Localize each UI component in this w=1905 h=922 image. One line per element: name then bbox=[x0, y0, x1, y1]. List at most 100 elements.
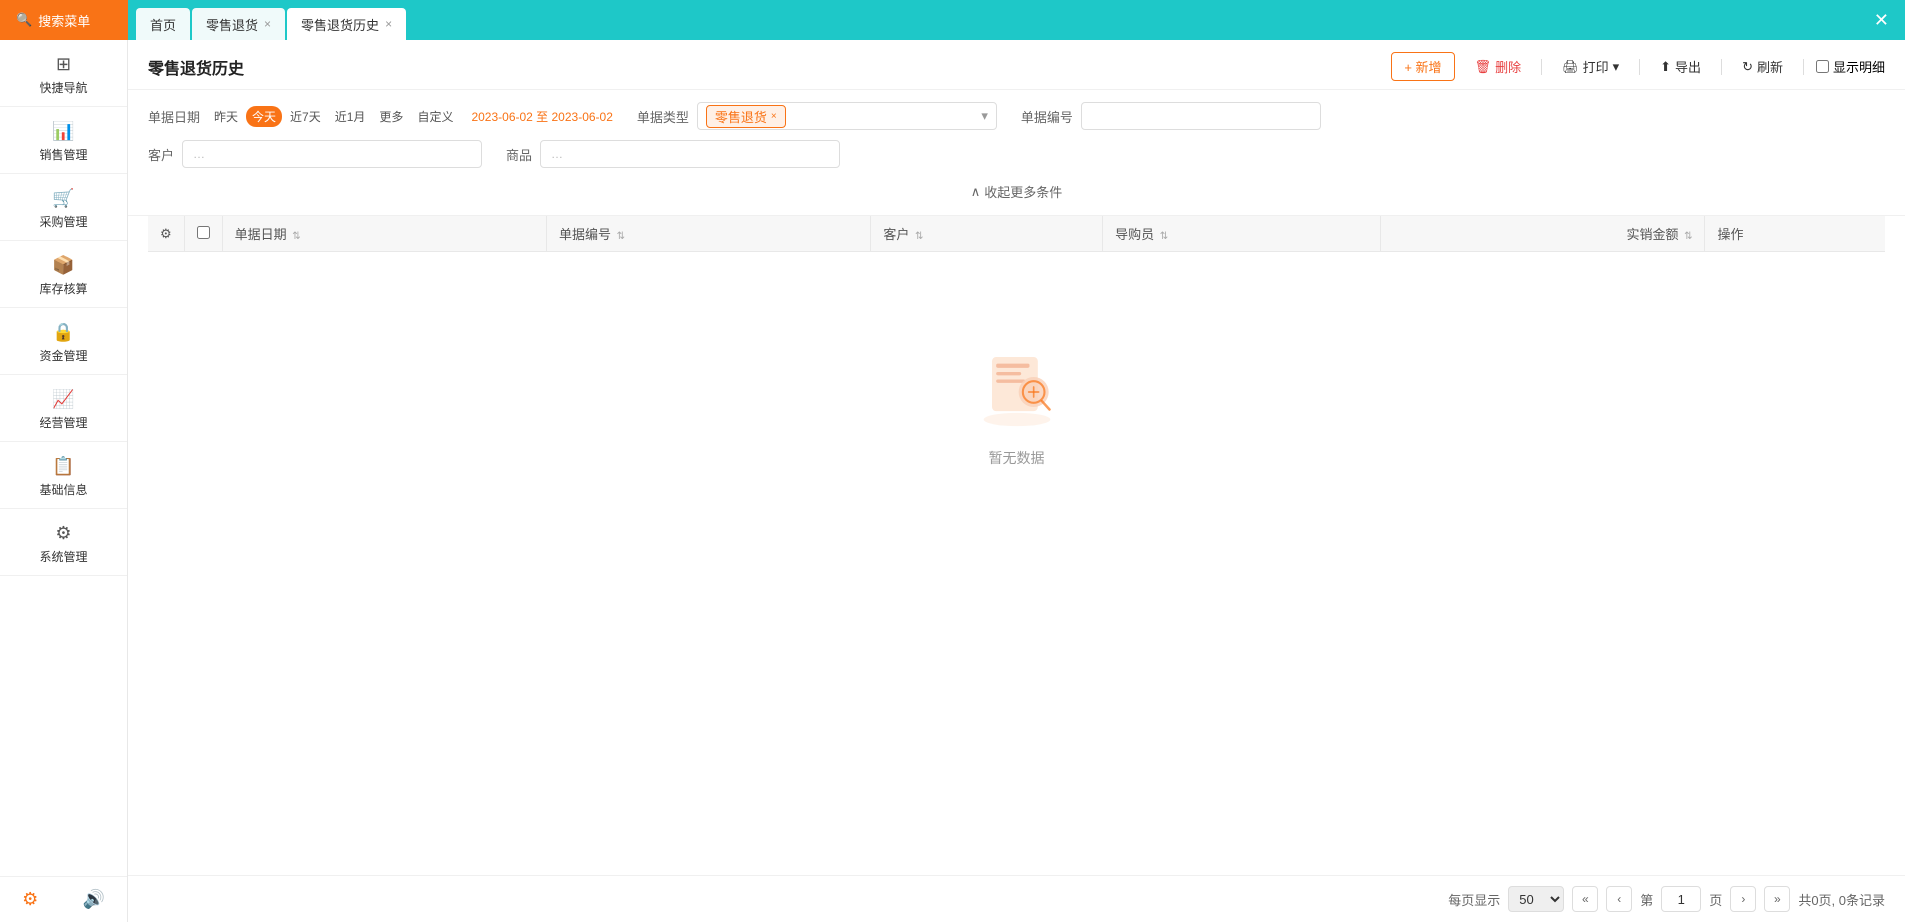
collapse-button[interactable]: ∧ 收起更多条件 bbox=[971, 182, 1063, 201]
search-menu-label: 搜索菜单 bbox=[38, 11, 90, 30]
select-all-checkbox[interactable] bbox=[197, 226, 210, 239]
type-select-arrow: ▾ bbox=[981, 108, 988, 124]
page-size-select[interactable]: 50 100 200 bbox=[1508, 886, 1564, 912]
sidebar-item-quick-nav[interactable]: ⊞ 快捷导航 bbox=[0, 40, 127, 107]
date-opt-today[interactable]: 今天 bbox=[246, 106, 282, 127]
table-container: ⚙ 单据日期 ⇅ 单据编号 ⇅ bbox=[128, 216, 1905, 875]
volume-icon[interactable]: 🔊 bbox=[82, 889, 104, 910]
finance-icon: 🔒 bbox=[52, 322, 74, 343]
show-detail-checkbox[interactable] bbox=[1816, 60, 1829, 73]
total-info: 共0页, 0条记录 bbox=[1798, 890, 1885, 909]
th-checkbox[interactable] bbox=[184, 216, 222, 252]
sidebar-item-inventory[interactable]: 📦 库存核算 bbox=[0, 241, 127, 308]
th-settings[interactable]: ⚙ bbox=[148, 216, 184, 252]
sidebar-item-finance-label: 资金管理 bbox=[39, 347, 87, 364]
filter-row-1: 单据日期 昨天 今天 近7天 近1月 更多 自定义 2023-06-02 至 2… bbox=[148, 102, 1885, 130]
goods-filter-label: 商品 bbox=[506, 145, 532, 164]
sidebar-item-purchase-label: 采购管理 bbox=[39, 213, 87, 230]
customer-placeholder: … bbox=[193, 147, 205, 161]
tab-retail-return-history-label: 零售退货历史 bbox=[301, 15, 379, 34]
th-customer-sort[interactable]: ⇅ bbox=[915, 231, 923, 242]
export-icon: ⬆ bbox=[1660, 59, 1671, 75]
column-settings-icon[interactable]: ⚙ bbox=[160, 226, 172, 241]
sidebar-item-operation-label: 经营管理 bbox=[39, 414, 87, 431]
sidebar-item-inventory-label: 库存核算 bbox=[39, 280, 87, 297]
date-opt-custom[interactable]: 自定义 bbox=[411, 106, 459, 127]
prev-page-button[interactable]: ‹ bbox=[1606, 886, 1632, 912]
tab-home[interactable]: 首页 bbox=[136, 8, 190, 40]
refresh-button[interactable]: ↻ 刷新 bbox=[1734, 53, 1791, 80]
window-close-button[interactable]: ✕ bbox=[1858, 10, 1905, 31]
th-guide-label: 导购员 bbox=[1115, 227, 1154, 242]
sidebar-item-operation[interactable]: 📈 经营管理 bbox=[0, 375, 127, 442]
sales-icon: 📊 bbox=[52, 121, 74, 142]
date-opt-7days[interactable]: 近7天 bbox=[284, 106, 327, 127]
customer-filter: 客户 … bbox=[148, 140, 482, 168]
th-guide-sort[interactable]: ⇅ bbox=[1160, 231, 1168, 242]
sidebar-item-system[interactable]: ⚙ 系统管理 bbox=[0, 509, 127, 576]
date-opt-yesterday[interactable]: 昨天 bbox=[208, 106, 244, 127]
print-icon: 🖨 bbox=[1562, 59, 1579, 75]
content-area: 零售退货历史 + 新增 🗑 删除 🖨 打印 ▾ ⬆ 导出 bbox=[128, 40, 1905, 922]
delete-button[interactable]: 🗑 删除 bbox=[1467, 53, 1530, 80]
export-button[interactable]: ⬆ 导出 bbox=[1652, 53, 1709, 80]
th-date-sort[interactable]: ⇅ bbox=[292, 231, 300, 242]
delete-icon: 🗑 bbox=[1475, 59, 1492, 75]
voucher-input[interactable] bbox=[1081, 102, 1321, 130]
date-opt-1month[interactable]: 近1月 bbox=[329, 106, 372, 127]
th-amount: 实销金额 ⇅ bbox=[1381, 216, 1705, 252]
sidebar-item-sales[interactable]: 📊 销售管理 bbox=[0, 107, 127, 174]
page-size-label: 每页显示 bbox=[1448, 890, 1500, 909]
customer-input[interactable]: … bbox=[182, 140, 482, 168]
page-number-input[interactable] bbox=[1661, 886, 1701, 912]
th-number-sort[interactable]: ⇅ bbox=[617, 231, 625, 242]
goods-input[interactable]: … bbox=[540, 140, 840, 168]
date-range-value: 2023-06-02 至 2023-06-02 bbox=[471, 108, 612, 125]
tab-retail-return-close[interactable]: × bbox=[264, 17, 271, 31]
tab-retail-return-history-close[interactable]: × bbox=[385, 17, 392, 31]
search-menu[interactable]: 🔍 搜索菜单 bbox=[0, 0, 128, 40]
th-number-label: 单据编号 bbox=[559, 227, 611, 242]
type-tag-remove[interactable]: × bbox=[771, 111, 777, 122]
collapse-icon: ∧ bbox=[971, 184, 981, 200]
tab-home-label: 首页 bbox=[150, 15, 176, 34]
th-action: 操作 bbox=[1705, 216, 1885, 252]
th-date: 单据日期 ⇅ bbox=[222, 216, 546, 252]
empty-state: 暂无数据 bbox=[148, 252, 1885, 548]
next-page-button[interactable]: › bbox=[1730, 886, 1756, 912]
settings-bottom-icon[interactable]: ⚙ bbox=[22, 889, 38, 910]
page-header: 零售退货历史 + 新增 🗑 删除 🖨 打印 ▾ ⬆ 导出 bbox=[128, 40, 1905, 90]
page-title: 零售退货历史 bbox=[148, 55, 244, 79]
show-detail-check[interactable]: 显示明细 bbox=[1816, 57, 1885, 76]
show-detail-label: 显示明细 bbox=[1833, 57, 1885, 76]
main-layout: ⊞ 快捷导航 📊 销售管理 🛒 采购管理 📦 库存核算 🔒 资金管理 📈 经营管… bbox=[0, 40, 1905, 922]
empty-text: 暂无数据 bbox=[989, 448, 1045, 468]
date-opt-more[interactable]: 更多 bbox=[373, 106, 409, 127]
filter-area: 单据日期 昨天 今天 近7天 近1月 更多 自定义 2023-06-02 至 2… bbox=[128, 90, 1905, 216]
th-amount-sort[interactable]: ⇅ bbox=[1684, 231, 1692, 242]
divider-1 bbox=[1541, 59, 1542, 75]
sidebar-item-system-label: 系统管理 bbox=[39, 548, 87, 565]
goods-filter: 商品 … bbox=[506, 140, 840, 168]
tab-retail-return-history[interactable]: 零售退货历史 × bbox=[287, 8, 406, 40]
first-page-button[interactable]: « bbox=[1572, 886, 1598, 912]
type-select[interactable]: 零售退货 × ▾ bbox=[697, 102, 997, 130]
inventory-icon: 📦 bbox=[52, 255, 74, 276]
empty-illustration bbox=[967, 332, 1067, 432]
print-button[interactable]: 🖨 打印 ▾ bbox=[1554, 53, 1627, 80]
sidebar-item-basic-info[interactable]: 📋 基础信息 bbox=[0, 442, 127, 509]
basic-info-icon: 📋 bbox=[52, 456, 74, 477]
new-button[interactable]: + 新增 bbox=[1391, 52, 1454, 81]
th-date-label: 单据日期 bbox=[235, 227, 287, 242]
sidebar-item-purchase[interactable]: 🛒 采购管理 bbox=[0, 174, 127, 241]
pagination-bar: 每页显示 50 100 200 « ‹ 第 页 › » 共0页, 0条记录 bbox=[128, 875, 1905, 922]
last-page-button[interactable]: » bbox=[1764, 886, 1790, 912]
data-table: ⚙ 单据日期 ⇅ 单据编号 ⇅ bbox=[148, 216, 1885, 252]
tab-retail-return[interactable]: 零售退货 × bbox=[192, 8, 285, 40]
type-tag-label: 零售退货 bbox=[715, 107, 767, 126]
type-tag: 零售退货 × bbox=[706, 105, 786, 128]
divider-2 bbox=[1639, 59, 1640, 75]
sidebar-item-finance[interactable]: 🔒 资金管理 bbox=[0, 308, 127, 375]
th-customer: 客户 ⇅ bbox=[871, 216, 1103, 252]
tab-retail-return-label: 零售退货 bbox=[206, 15, 258, 34]
